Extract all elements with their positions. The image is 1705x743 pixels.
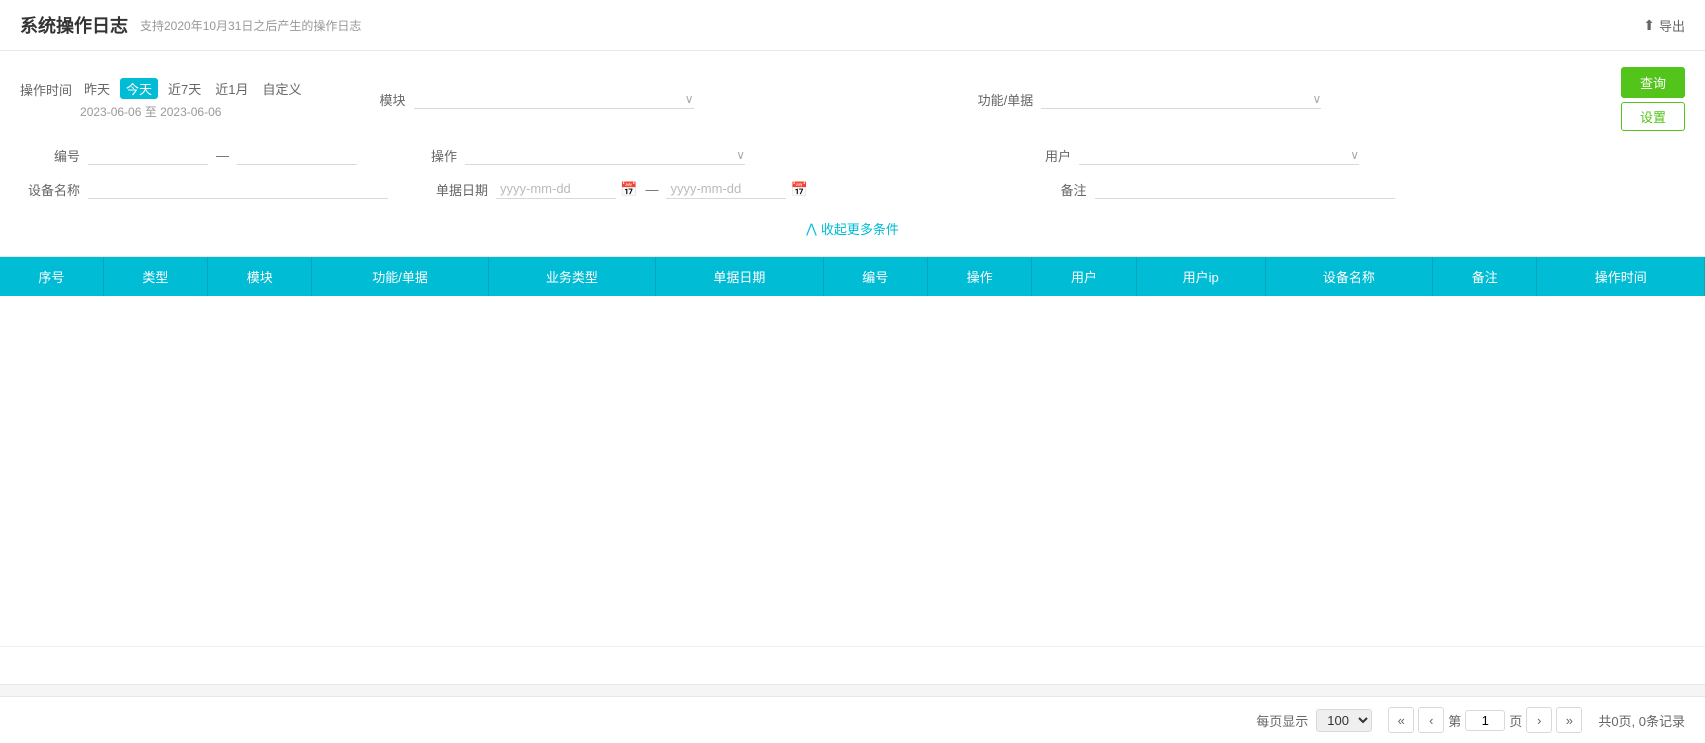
operation-label: 操作 [397,146,457,165]
page-size-label: 每页显示 [1256,711,1308,730]
date-start-input[interactable] [496,179,616,199]
empty-area [0,296,1705,646]
page-header: 系统操作日志 支持2020年10月31日之后产生的操作日志 ⬆ 导出 [0,0,1705,51]
operation-select[interactable]: ∨ [465,146,745,165]
col-date: 单据日期 [656,257,823,296]
export-label: 导出 [1659,16,1685,35]
function-label: 功能/单据 [973,90,1033,109]
time-btn-today[interactable]: 今天 [120,78,158,99]
time-label: 操作时间 [20,80,72,99]
time-options: 昨天 今天 近7天 近1月 自定义 2023-06-06 至 2023-06-0… [80,78,306,120]
number-input-end[interactable] [237,145,357,165]
remark-input[interactable] [1095,179,1395,199]
user-chevron-icon: ∨ [1350,148,1359,162]
export-button[interactable]: ⬆ 导出 [1643,16,1685,35]
page-unit: 页 [1509,711,1522,730]
filter-row-3: 设备名称 单据日期 📅 — 📅 备注 [20,179,1685,199]
calendar-end-icon[interactable]: 📅 [790,181,807,198]
page-info: 第 页 [1448,710,1522,731]
time-btn-yesterday[interactable]: 昨天 [80,78,114,99]
remark-label: 备注 [1027,180,1087,199]
col-seq: 序号 [0,257,103,296]
date-end-input[interactable] [666,179,786,199]
time-btn-custom[interactable]: 自定义 [259,78,306,99]
number-input-start[interactable] [88,145,208,165]
export-icon: ⬆ [1643,17,1655,34]
page-title: 系统操作日志 [20,12,128,38]
next-page-button[interactable]: › [1526,707,1552,733]
device-label: 设备名称 [20,180,80,199]
filter-area: 操作时间 昨天 今天 近7天 近1月 自定义 2023-06-06 至 2023… [0,51,1705,257]
col-remark: 备注 [1433,257,1537,296]
settings-button[interactable]: 设置 [1621,102,1685,131]
page-nav: « ‹ 第 页 › » [1388,707,1582,733]
data-table: 序号 类型 模块 功能/单据 业务类型 单据日期 编号 操作 用户 用户ip 设… [0,257,1705,647]
module-select[interactable]: ∨ [414,90,694,109]
function-chevron-icon: ∨ [1312,92,1321,106]
page-container: 系统操作日志 支持2020年10月31日之后产生的操作日志 ⬆ 导出 操作时间 … [0,0,1705,743]
collapse-label: 收起更多条件 [821,219,899,238]
page-label: 第 [1448,711,1461,730]
col-number: 编号 [823,257,927,296]
table-header: 序号 类型 模块 功能/单据 业务类型 单据日期 编号 操作 用户 用户ip 设… [0,257,1705,296]
col-user: 用户 [1032,257,1136,296]
collapse-button[interactable]: ⋀ 收起更多条件 [806,219,899,238]
user-label: 用户 [1011,146,1071,165]
col-biztype: 业务类型 [488,257,655,296]
calendar-start-icon[interactable]: 📅 [620,181,637,198]
query-button[interactable]: 查询 [1621,67,1685,98]
operation-chevron-icon: ∨ [736,148,745,162]
time-buttons: 昨天 今天 近7天 近1月 自定义 [80,78,306,99]
pagination: 每页显示 100 50 200 « ‹ 第 页 › » 共0页, 0条记录 [0,696,1705,743]
page-number-input[interactable] [1465,710,1505,731]
device-input[interactable] [88,179,388,199]
col-userip: 用户ip [1136,257,1265,296]
number-label: 编号 [20,146,80,165]
function-select[interactable]: ∨ [1041,90,1321,109]
user-select[interactable]: ∨ [1079,146,1359,165]
filter-row-1: 操作时间 昨天 今天 近7天 近1月 自定义 2023-06-06 至 2023… [20,67,1685,131]
empty-row [0,296,1705,646]
col-type: 类型 [103,257,207,296]
page-subtitle: 支持2020年10月31日之后产生的操作日志 [140,17,361,34]
time-btn-1month[interactable]: 近1月 [211,78,252,99]
page-total: 共0页, 0条记录 [1598,711,1685,730]
time-range: 2023-06-06 至 2023-06-06 [80,103,306,120]
page-size-select[interactable]: 100 50 200 [1316,709,1372,732]
date-dash: — [645,182,658,197]
module-label: 模块 [346,90,406,109]
number-dash: — [216,148,229,163]
filter-row-2: 编号 — 操作 ∨ 用户 ∨ [20,145,1685,165]
col-operation: 操作 [927,257,1031,296]
module-chevron-icon: ∨ [685,92,694,106]
col-optime: 操作时间 [1537,257,1705,296]
table-body [0,296,1705,646]
col-module: 模块 [208,257,312,296]
action-buttons: 查询 设置 [1621,67,1685,131]
collapse-up-icon: ⋀ [806,221,817,237]
time-btn-7days[interactable]: 近7天 [164,78,205,99]
collapse-row: ⋀ 收起更多条件 [20,213,1685,248]
col-device: 设备名称 [1265,257,1432,296]
prev-page-button[interactable]: ‹ [1418,707,1444,733]
table-header-row: 序号 类型 模块 功能/单据 业务类型 单据日期 编号 操作 用户 用户ip 设… [0,257,1705,296]
table-container: 序号 类型 模块 功能/单据 业务类型 单据日期 编号 操作 用户 用户ip 设… [0,257,1705,684]
col-function: 功能/单据 [312,257,488,296]
time-filter: 操作时间 昨天 今天 近7天 近1月 自定义 2023-06-06 至 2023… [20,78,306,120]
scrollbar-area[interactable] [0,684,1705,696]
first-page-button[interactable]: « [1388,707,1414,733]
scrollbar-inner [0,685,1705,696]
date-label: 单据日期 [428,180,488,199]
last-page-button[interactable]: » [1556,707,1582,733]
